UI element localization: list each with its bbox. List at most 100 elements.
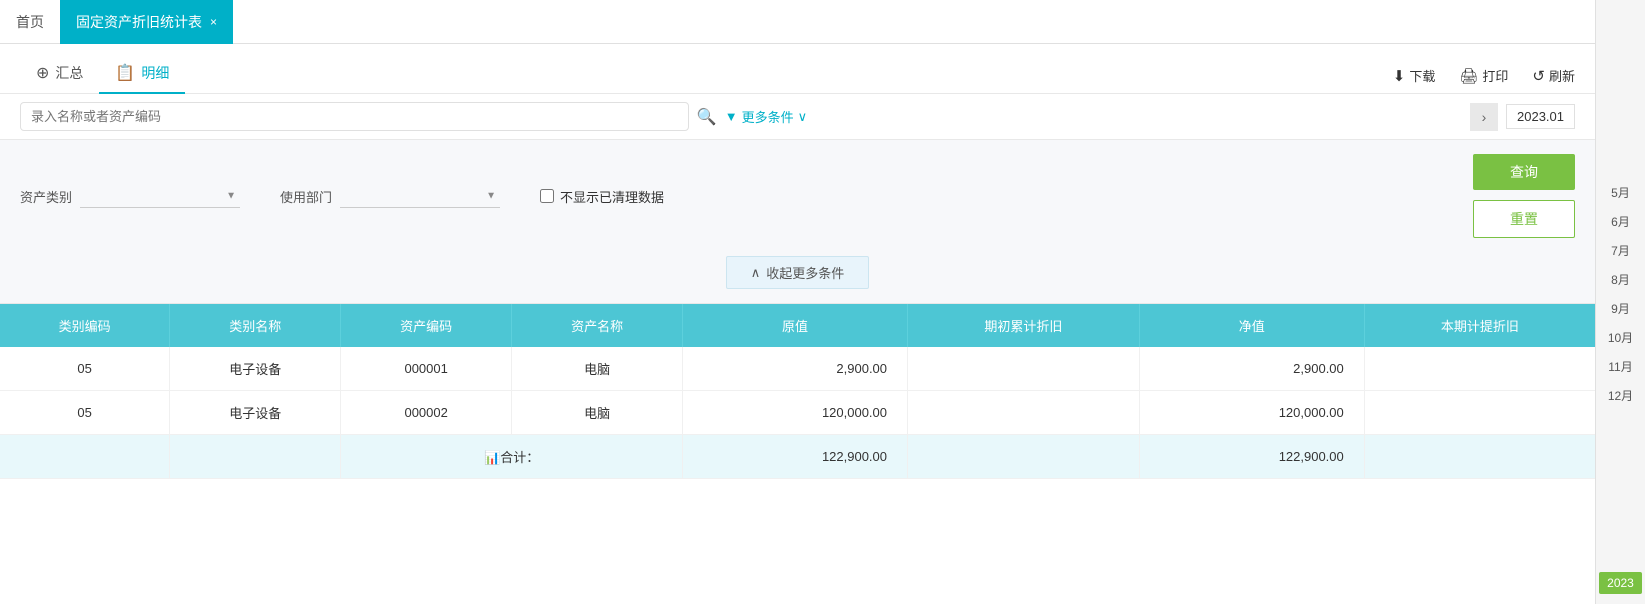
summary-icon: 📊 bbox=[484, 450, 500, 465]
collapse-bar: ∧ 收起更多条件 bbox=[20, 248, 1575, 293]
department-select[interactable] bbox=[340, 184, 500, 208]
col-header-category-code: 类别编码 bbox=[0, 304, 170, 347]
month-item[interactable]: 7月 bbox=[1596, 238, 1645, 263]
query-button[interactable]: 查询 bbox=[1473, 154, 1575, 190]
col-header-category-name: 类别名称 bbox=[170, 304, 341, 347]
summary-current-depreciation bbox=[1364, 435, 1595, 479]
cell-category-code: 05 bbox=[0, 347, 170, 391]
top-navigation: 首页 固定资产折旧统计表 × × bbox=[0, 0, 1645, 44]
month-item[interactable]: 10月 bbox=[1596, 325, 1645, 350]
cell-current-depreciation bbox=[1364, 347, 1595, 391]
filter-bar: 🔍 ▼ 更多条件 ∨ › 2023.01 bbox=[0, 94, 1595, 140]
filter-icon: ▼ bbox=[725, 109, 738, 124]
search-input[interactable] bbox=[20, 102, 689, 131]
hide-cleaned-checkbox[interactable] bbox=[540, 189, 554, 203]
print-button[interactable]: 🖨 打印 bbox=[1459, 66, 1508, 85]
home-link[interactable]: 首页 bbox=[16, 12, 60, 32]
cell-category-name: 电子设备 bbox=[170, 391, 341, 435]
summary-spacer bbox=[0, 435, 170, 479]
detail-icon: 📋 bbox=[115, 63, 135, 83]
asset-category-field: 资产类别 bbox=[20, 184, 240, 208]
more-filter-label: 更多条件 bbox=[742, 107, 794, 126]
col-header-original-value: 原值 bbox=[683, 304, 908, 347]
month-item[interactable]: 6月 bbox=[1596, 209, 1645, 234]
date-arrow-button[interactable]: › bbox=[1470, 103, 1498, 131]
month-item[interactable]: 8月 bbox=[1596, 267, 1645, 292]
refresh-button[interactable]: ↺ 刷新 bbox=[1532, 66, 1575, 85]
reset-button[interactable]: 重置 bbox=[1473, 200, 1575, 238]
summary-spacer2 bbox=[170, 435, 341, 479]
download-icon: ⬇ bbox=[1393, 67, 1406, 85]
col-header-net-value: 净值 bbox=[1139, 304, 1364, 347]
summary-row: 📊合计： 122,900.00 122,900.00 bbox=[0, 435, 1595, 479]
extended-filter: 资产类别 使用部门 bbox=[0, 140, 1595, 304]
cell-current-depreciation bbox=[1364, 391, 1595, 435]
col-header-acc-depreciation: 期初累计折旧 bbox=[908, 304, 1140, 347]
col-header-current-depreciation: 本期计提折旧 bbox=[1364, 304, 1595, 347]
print-label: 打印 bbox=[1482, 66, 1508, 85]
tab-detail[interactable]: 📋 明细 bbox=[99, 54, 185, 94]
summary-label: 📊合计： bbox=[341, 435, 683, 479]
summary-net-value: 122,900.00 bbox=[1139, 435, 1364, 479]
col-header-asset-name: 资产名称 bbox=[512, 304, 683, 347]
col-header-asset-code: 资产编码 bbox=[341, 304, 512, 347]
collapse-label: 收起更多条件 bbox=[766, 263, 844, 282]
table-row: 05 电子设备 000002 电脑 120,000.00 120,000.00 bbox=[0, 391, 1595, 435]
main-content: ⊕ 汇总 📋 明细 ⬇ 下载 🖨 打印 ↺ 刷新 bbox=[0, 44, 1595, 604]
cell-category-code: 05 bbox=[0, 391, 170, 435]
cell-acc-depreciation bbox=[908, 391, 1140, 435]
table-header-row: 类别编码 类别名称 资产编码 资产名称 原值 期初累计折旧 净值 本期计提折旧 bbox=[0, 304, 1595, 347]
cell-asset-name: 电脑 bbox=[512, 391, 683, 435]
department-field: 使用部门 bbox=[280, 184, 500, 208]
toolbar-actions: ⬇ 下载 🖨 打印 ↺ 刷新 bbox=[1393, 66, 1575, 93]
active-tab-label: 固定资产折旧统计表 bbox=[76, 12, 202, 32]
close-tab-icon[interactable]: × bbox=[210, 15, 217, 29]
filter-buttons: 查询 重置 bbox=[1473, 154, 1575, 238]
cell-net-value: 120,000.00 bbox=[1139, 391, 1364, 435]
department-label: 使用部门 bbox=[280, 187, 332, 206]
search-icon[interactable]: 🔍 bbox=[697, 107, 717, 127]
tab-summary[interactable]: ⊕ 汇总 bbox=[20, 54, 99, 94]
asset-category-select[interactable] bbox=[80, 184, 240, 208]
summary-acc-depreciation bbox=[908, 435, 1140, 479]
month-item[interactable]: 11月 bbox=[1596, 354, 1645, 379]
month-item[interactable]: 12月 bbox=[1596, 383, 1645, 408]
cell-net-value: 2,900.00 bbox=[1139, 347, 1364, 391]
month-item[interactable]: 9月 bbox=[1596, 296, 1645, 321]
download-label: 下载 bbox=[1409, 66, 1435, 85]
summary-icon: ⊕ bbox=[36, 63, 49, 83]
refresh-label: 刷新 bbox=[1549, 66, 1575, 85]
cell-acc-depreciation bbox=[908, 347, 1140, 391]
active-tab[interactable]: 固定资产折旧统计表 × bbox=[60, 0, 233, 44]
table-row: 05 电子设备 000001 电脑 2,900.00 2,900.00 bbox=[0, 347, 1595, 391]
toolbar-row: ⊕ 汇总 📋 明细 ⬇ 下载 🖨 打印 ↺ 刷新 bbox=[0, 44, 1595, 94]
collapse-icon: ∧ bbox=[751, 265, 761, 281]
month-item[interactable]: 5月 bbox=[1596, 180, 1645, 205]
filter-row: 资产类别 使用部门 bbox=[20, 154, 1575, 238]
cell-asset-name: 电脑 bbox=[512, 347, 683, 391]
collapse-button[interactable]: ∧ 收起更多条件 bbox=[726, 256, 870, 289]
data-table: 类别编码 类别名称 资产编码 资产名称 原值 期初累计折旧 净值 本期计提折旧 … bbox=[0, 304, 1595, 479]
cell-original-value: 120,000.00 bbox=[683, 391, 908, 435]
filter-bar-right: › 2023.01 bbox=[1470, 103, 1575, 131]
department-select-wrap bbox=[340, 184, 500, 208]
cell-asset-code: 000002 bbox=[341, 391, 512, 435]
asset-category-select-wrap bbox=[80, 184, 240, 208]
tab-detail-label: 明细 bbox=[141, 63, 169, 83]
right-panel: 5月 6月 7月 8月 9月 10月 11月 12月 2023 bbox=[1595, 0, 1645, 604]
cell-original-value: 2,900.00 bbox=[683, 347, 908, 391]
refresh-icon: ↺ bbox=[1532, 67, 1545, 85]
table-wrap: 类别编码 类别名称 资产编码 资产名称 原值 期初累计折旧 净值 本期计提折旧 … bbox=[0, 304, 1595, 604]
more-filter-chevron: ∨ bbox=[798, 109, 808, 125]
download-button[interactable]: ⬇ 下载 bbox=[1393, 66, 1436, 85]
asset-category-label: 资产类别 bbox=[20, 187, 72, 206]
hide-cleaned-label: 不显示已清理数据 bbox=[560, 187, 664, 206]
cell-asset-code: 000001 bbox=[341, 347, 512, 391]
tab-summary-label: 汇总 bbox=[55, 63, 83, 83]
cell-category-name: 电子设备 bbox=[170, 347, 341, 391]
year-badge[interactable]: 2023 bbox=[1599, 572, 1642, 594]
hide-cleaned-field: 不显示已清理数据 bbox=[540, 187, 664, 206]
summary-original-value: 122,900.00 bbox=[683, 435, 908, 479]
print-icon: 🖨 bbox=[1459, 67, 1478, 85]
more-filter-button[interactable]: ▼ 更多条件 ∨ bbox=[725, 107, 807, 126]
